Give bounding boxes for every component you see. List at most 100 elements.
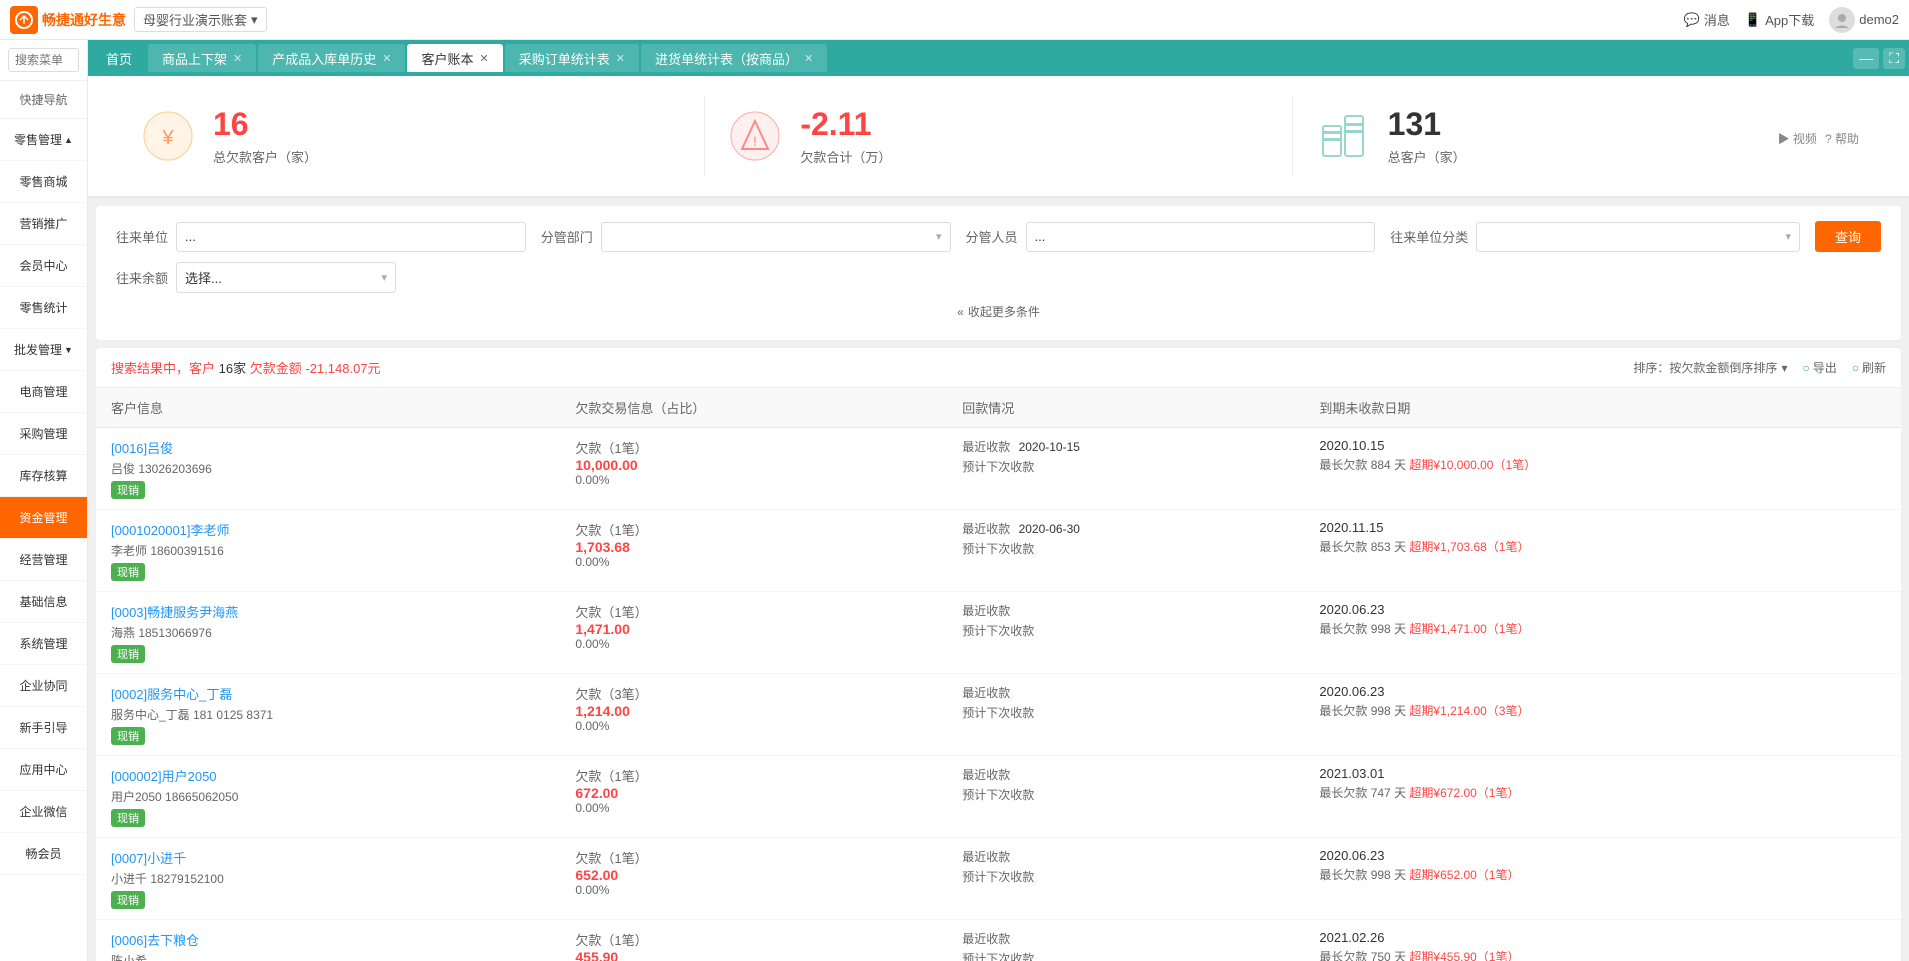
debt-amount-3[interactable]: 1,214.00 bbox=[575, 703, 932, 719]
cell-debt-1: 欠款（1笔） 1,703.68 0.00% bbox=[560, 510, 947, 592]
sidebar-label-retail-mgmt: 零售管理 bbox=[14, 131, 62, 148]
search-input[interactable] bbox=[8, 48, 79, 72]
dept-select[interactable]: ▾ bbox=[601, 222, 951, 252]
due-date-1: 2020.11.15 bbox=[1319, 520, 1886, 535]
tab-home[interactable]: 首页 bbox=[92, 44, 146, 72]
sidebar-item-system[interactable]: 系统管理 bbox=[0, 623, 87, 665]
debt-amount-1[interactable]: 1,703.68 bbox=[575, 539, 932, 555]
sidebar-label-ecom: 电商管理 bbox=[19, 385, 67, 399]
tab-customer-account[interactable]: 客户账本 ✕ bbox=[407, 44, 502, 72]
store-selector[interactable]: 母婴行业演示账套 ▾ bbox=[134, 7, 267, 32]
sort-label: 排序：按欠款金额倒序排序 bbox=[1633, 359, 1777, 376]
customer-name-5[interactable]: [0007]小进千 bbox=[111, 848, 545, 867]
due-date-2: 2020.06.23 bbox=[1319, 602, 1886, 617]
sidebar-label-appcenter: 应用中心 bbox=[19, 763, 67, 777]
stat-label-owed-customers: 总欠款客户（家） bbox=[213, 147, 317, 166]
sidebar-item-purchase[interactable]: 采购管理 bbox=[0, 413, 87, 455]
overdue-link-0[interactable]: 超期¥10,000.00（1笔） bbox=[1409, 458, 1536, 472]
overdue-link-3[interactable]: 超期¥1,214.00（3笔） bbox=[1409, 704, 1529, 718]
collapse-button[interactable]: « 收起更多条件 bbox=[116, 298, 1881, 325]
debt-count-3: 欠款（3笔） bbox=[575, 684, 932, 703]
tab-close-icon-2[interactable]: ✕ bbox=[382, 52, 391, 65]
debt-amount-4[interactable]: 672.00 bbox=[575, 785, 932, 801]
customer-name-0[interactable]: [0016]吕俊 bbox=[111, 438, 545, 457]
sidebar-item-batch-mgmt[interactable]: 批发管理 ▼ bbox=[0, 329, 87, 371]
sidebar-item-wechat[interactable]: 企业微信 bbox=[0, 791, 87, 833]
message-button[interactable]: 💬 消息 bbox=[1684, 10, 1730, 29]
col-header-due: 到期未收款日期 bbox=[1304, 388, 1901, 428]
content-area: 首页 商品上下架 ✕ 产成品入库单历史 ✕ 客户账本 ✕ 采购订单统计表 ✕ bbox=[88, 40, 1909, 961]
debt-amount-0[interactable]: 10,000.00 bbox=[575, 457, 932, 473]
tab-bar-actions: — ⛶ bbox=[1853, 48, 1905, 69]
sidebar-item-ops[interactable]: 经营管理 bbox=[0, 539, 87, 581]
table-row: [000002]用户2050 用户2050 18665062050 现销 欠款（… bbox=[96, 756, 1901, 838]
sidebar-item-marketing[interactable]: 营销推广 bbox=[0, 203, 87, 245]
help-icon: ? bbox=[1825, 132, 1832, 146]
tab-instock-stat[interactable]: 进货单统计表（按商品） ✕ bbox=[641, 44, 827, 72]
cell-debt-5: 欠款（1笔） 652.00 0.00% bbox=[560, 838, 947, 920]
cell-recovery-5: 最近收款 预计下次收款 bbox=[947, 838, 1304, 920]
export-button[interactable]: ○ 导出 bbox=[1802, 359, 1836, 376]
tab-product-history[interactable]: 产成品入库单历史 ✕ bbox=[258, 44, 405, 72]
sort-selector[interactable]: 排序：按欠款金额倒序排序 ▾ bbox=[1633, 359, 1787, 376]
overdue-link-6[interactable]: 超期¥455.90（1笔） bbox=[1409, 950, 1519, 961]
overdue-link-5[interactable]: 超期¥652.00（1笔） bbox=[1409, 868, 1519, 882]
unit-category-select[interactable]: ▾ bbox=[1476, 222, 1800, 252]
tab-purchase-order[interactable]: 采购订单统计表 ✕ bbox=[505, 44, 639, 72]
tab-close-icon-3[interactable]: ✕ bbox=[480, 52, 489, 65]
sidebar-nav: 零售管理 ▲ 零售商城 营销推广 会员中心 零售统计 批发管理 ▼ bbox=[0, 119, 87, 875]
filter-from-unit: 往来单位 ... bbox=[116, 222, 526, 252]
app-download-label: App下载 bbox=[1765, 10, 1814, 29]
overdue-link-4[interactable]: 超期¥672.00（1笔） bbox=[1409, 786, 1519, 800]
search-button[interactable]: 查询 bbox=[1815, 221, 1881, 252]
filter-person: 分管人员 ... bbox=[966, 222, 1376, 252]
user-menu[interactable]: demo2 bbox=[1829, 7, 1899, 33]
sidebar-item-enterprise[interactable]: 企业协同 bbox=[0, 665, 87, 707]
tab-product-offline[interactable]: 商品上下架 ✕ bbox=[148, 44, 256, 72]
balance-select[interactable]: 选择... ▾ bbox=[176, 262, 396, 293]
tab-close-icon-5[interactable]: ✕ bbox=[804, 52, 813, 65]
customer-name-3[interactable]: [0002]服务中心_丁磊 bbox=[111, 684, 545, 703]
sidebar-item-retail-mgmt[interactable]: 零售管理 ▲ bbox=[0, 119, 87, 161]
sidebar-item-inventory[interactable]: 库存核算 bbox=[0, 455, 87, 497]
customer-name-6[interactable]: [0006]去下粮仓 bbox=[111, 930, 545, 949]
overdue-link-1[interactable]: 超期¥1,703.68（1笔） bbox=[1409, 540, 1529, 554]
sidebar-item-finance[interactable]: 资金管理 bbox=[0, 497, 87, 539]
sidebar-item-vip[interactable]: 畅会员 bbox=[0, 833, 87, 875]
sidebar-item-ecom[interactable]: 电商管理 bbox=[0, 371, 87, 413]
video-button[interactable]: ▶ 视频 bbox=[1778, 130, 1817, 147]
sidebar-item-retail-stat[interactable]: 零售统计 bbox=[0, 287, 87, 329]
customer-name-1[interactable]: [0001020001]李老师 bbox=[111, 520, 545, 539]
sidebar-item-newguide[interactable]: 新手引导 bbox=[0, 707, 87, 749]
help-button[interactable]: ? 帮助 bbox=[1825, 130, 1859, 147]
top-bar-left: 畅捷通好生意 母婴行业演示账套 ▾ bbox=[10, 6, 267, 34]
customer-name-4[interactable]: [000002]用户2050 bbox=[111, 766, 545, 785]
cell-customer-2: [0003]畅捷服务尹海燕 海燕 18513066976 现销 bbox=[96, 592, 560, 674]
sidebar-item-member[interactable]: 会员中心 bbox=[0, 245, 87, 287]
app-download-button[interactable]: 📱 App下载 bbox=[1745, 10, 1814, 29]
due-max-1: 最长欠款 853 天 超期¥1,703.68（1笔） bbox=[1319, 538, 1886, 555]
data-table: 客户信息 欠款交易信息（占比） 回款情况 到期未收款日期 [0016]吕俊 吕俊… bbox=[96, 388, 1901, 961]
debt-amount-5[interactable]: 652.00 bbox=[575, 867, 932, 883]
status-badge-0: 现销 bbox=[111, 481, 145, 499]
tab-maximize-button[interactable]: ⛶ bbox=[1883, 48, 1905, 69]
sidebar-quick-nav[interactable]: 快捷导航 bbox=[0, 81, 87, 119]
due-max-6: 最长欠款 750 天 超期¥455.90（1笔） bbox=[1319, 948, 1886, 961]
customer-name-2[interactable]: [0003]畅捷服务尹海燕 bbox=[111, 602, 545, 621]
sidebar-item-retail-store[interactable]: 零售商城 bbox=[0, 161, 87, 203]
overdue-link-2[interactable]: 超期¥1,471.00（1笔） bbox=[1409, 622, 1529, 636]
from-unit-input[interactable]: ... bbox=[176, 222, 526, 252]
refresh-button[interactable]: ○ 刷新 bbox=[1852, 359, 1886, 376]
tab-close-icon-4[interactable]: ✕ bbox=[616, 52, 625, 65]
store-dropdown-icon: ▾ bbox=[251, 12, 258, 28]
sidebar-item-basic[interactable]: 基础信息 bbox=[0, 581, 87, 623]
sidebar-item-appcenter[interactable]: 应用中心 bbox=[0, 749, 87, 791]
customer-phone-1: 李老师 18600391516 bbox=[111, 542, 545, 559]
person-input[interactable]: ... bbox=[1026, 222, 1376, 252]
debt-count-5: 欠款（1笔） bbox=[575, 848, 932, 867]
debt-amount-2[interactable]: 1,471.00 bbox=[575, 621, 932, 637]
debt-amount-6[interactable]: 455.90 bbox=[575, 949, 932, 961]
tab-minimize-button[interactable]: — bbox=[1853, 48, 1879, 69]
sidebar-label-system: 系统管理 bbox=[19, 637, 67, 651]
tab-close-icon[interactable]: ✕ bbox=[233, 52, 242, 65]
